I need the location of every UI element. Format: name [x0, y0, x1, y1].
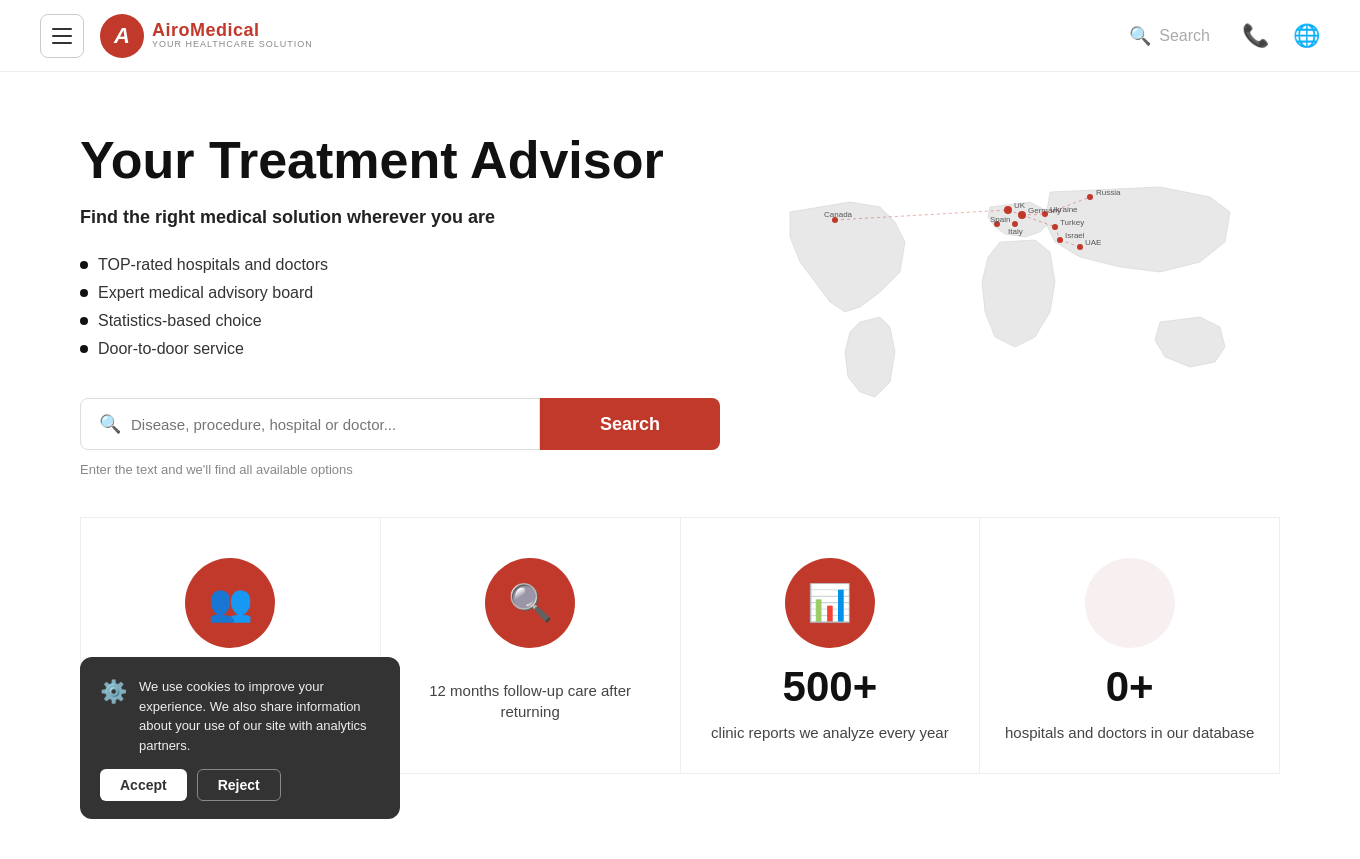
hero-title: Your Treatment Advisor [80, 132, 720, 189]
world-map-svg: .land { fill: #e8e8e8; stroke: #ccc; str… [760, 152, 1280, 452]
stat-card-hospitals: 0+ hospitals and doctors in our database [980, 517, 1280, 774]
hamburger-line [52, 42, 72, 44]
stat-icon-patients: 👥 [185, 558, 275, 648]
svg-text:UK: UK [1014, 201, 1026, 210]
stat-label-hospitals: hospitals and doctors in our database [1005, 722, 1254, 743]
search-box: 🔍 [80, 398, 540, 450]
search-input[interactable] [131, 416, 521, 433]
search-placeholder: Search [1159, 27, 1210, 45]
stat-label-followup: 12 months follow-up care after returning [405, 680, 656, 722]
bullet-icon [80, 261, 88, 269]
feature-text: Expert medical advisory board [98, 284, 313, 302]
search-icon: 🔍 [1129, 25, 1151, 47]
header-icons: 📞 🌐 [1242, 23, 1320, 49]
search-button[interactable]: Search [540, 398, 720, 450]
search-hint: Enter the text and we'll find all availa… [80, 462, 720, 477]
header: A AiroMedical YOUR HEALTHCARE SOLUTION 🔍… [0, 0, 1360, 72]
main-content: Your Treatment Advisor Find the right me… [0, 72, 1360, 517]
feature-text: Door-to-door service [98, 340, 244, 358]
feature-item: Statistics-based choice [80, 312, 720, 330]
search-row: 🔍 Search [80, 398, 720, 450]
stat-number-hospitals: 0+ [1106, 666, 1154, 708]
hero-features: TOP-rated hospitals and doctors Expert m… [80, 256, 720, 358]
svg-point-14 [1077, 244, 1083, 250]
cookie-accept-button[interactable]: Accept [100, 769, 187, 774]
header-left: A AiroMedical YOUR HEALTHCARE SOLUTION [40, 14, 313, 58]
hamburger-button[interactable] [40, 14, 84, 58]
svg-text:Italy: Italy [1008, 227, 1023, 236]
svg-text:Ukraine: Ukraine [1050, 205, 1078, 214]
phone-icon[interactable]: 📞 [1242, 23, 1269, 49]
logo-text: AiroMedical YOUR HEALTHCARE SOLUTION [152, 21, 313, 51]
bullet-icon [80, 289, 88, 297]
stat-card-followup: 🔍 12 months follow-up care after returni… [381, 517, 681, 774]
hero-subtitle: Find the right medical solution wherever… [80, 207, 720, 228]
search-box-icon: 🔍 [99, 413, 121, 435]
feature-text: TOP-rated hospitals and doctors [98, 256, 328, 274]
hero-left: Your Treatment Advisor Find the right me… [80, 132, 720, 477]
bullet-icon [80, 317, 88, 325]
svg-text:Canada: Canada [824, 210, 853, 219]
logo[interactable]: A AiroMedical YOUR HEALTHCARE SOLUTION [100, 14, 313, 58]
stat-icon-reports: 📊 [785, 558, 875, 648]
svg-text:UAE: UAE [1085, 238, 1101, 247]
svg-text:Israel: Israel [1065, 231, 1085, 240]
hamburger-line [52, 28, 72, 30]
svg-text:Spain: Spain [990, 215, 1010, 224]
bullet-icon [80, 345, 88, 353]
hamburger-line [52, 35, 72, 37]
header-search[interactable]: 🔍 Search [1113, 17, 1226, 55]
cookie-header: ⚙️ We use cookies to improve your experi… [100, 677, 380, 755]
stat-card-reports: 📊 500+ clinic reports we analyze every y… [681, 517, 981, 774]
svg-text:Russia: Russia [1096, 188, 1121, 197]
cookie-text: We use cookies to improve your experienc… [139, 677, 380, 755]
feature-item: TOP-rated hospitals and doctors [80, 256, 720, 274]
cookie-banner: ⚙️ We use cookies to improve your experi… [80, 657, 400, 774]
logo-tagline: YOUR HEALTHCARE SOLUTION [152, 40, 313, 50]
feature-item: Expert medical advisory board [80, 284, 720, 302]
world-map: .land { fill: #e8e8e8; stroke: #ccc; str… [760, 152, 1280, 452]
svg-text:Turkey: Turkey [1060, 218, 1084, 227]
logo-icon: A [100, 14, 144, 58]
cookie-reject-button[interactable]: Reject [197, 769, 281, 774]
logo-name: AiroMedical [152, 21, 313, 41]
stat-label-reports: clinic reports we analyze every year [711, 722, 949, 743]
cookie-buttons: Accept Reject [100, 769, 380, 774]
feature-text: Statistics-based choice [98, 312, 262, 330]
feature-item: Door-to-door service [80, 340, 720, 358]
hero-right: .land { fill: #e8e8e8; stroke: #ccc; str… [760, 132, 1280, 452]
stat-icon-hospitals [1085, 558, 1175, 648]
stat-icon-followup: 🔍 [485, 558, 575, 648]
cookie-icon: ⚙️ [100, 679, 127, 705]
stat-number-reports: 500+ [783, 666, 878, 708]
globe-icon[interactable]: 🌐 [1293, 23, 1320, 49]
